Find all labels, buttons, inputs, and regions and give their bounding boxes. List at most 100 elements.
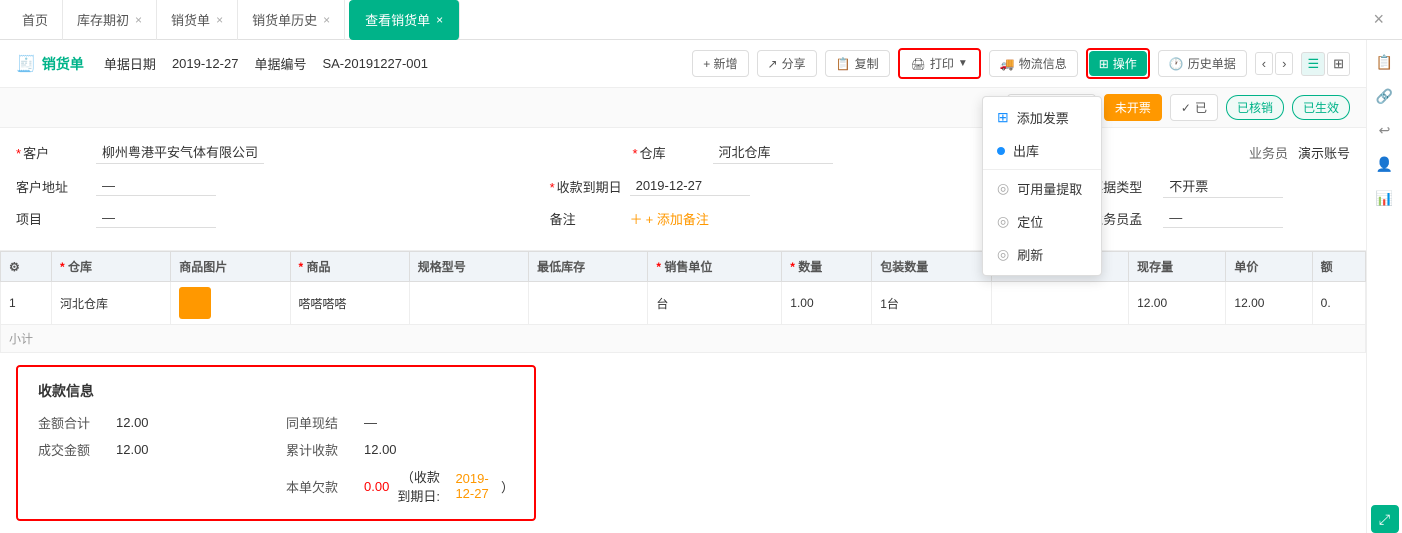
- address-field: 客户地址 —: [16, 176, 283, 196]
- same-order-value: —: [364, 415, 377, 430]
- col-image: 商品图片: [171, 252, 290, 282]
- form-row-3: 项目 — 备注 ＋ + 添加备注 业务员孟 —: [16, 208, 1350, 228]
- row-min-stock: [529, 282, 648, 325]
- project-field: 项目 —: [16, 208, 283, 228]
- share-button[interactable]: ↗ 分享: [757, 50, 817, 77]
- check-icon: ✓: [1181, 101, 1191, 115]
- tab-view-sales-label: 查看销货单: [365, 10, 430, 29]
- col-spec: 规格型号: [409, 252, 528, 282]
- total-value: 12.00: [116, 415, 149, 430]
- warehouse-label: 仓库: [633, 143, 713, 162]
- toolbar-row: 📱 来自手机 未开票 ✓ 已 已核销 已生效: [0, 88, 1366, 128]
- same-order-item: 同单现结 —: [286, 413, 514, 432]
- dropdown-locate[interactable]: ◎ 定位: [983, 205, 1101, 238]
- available-label: 可用量提取: [1017, 179, 1082, 198]
- sidebar-chart-icon[interactable]: 📊: [1371, 184, 1399, 212]
- dot-blue-icon: [997, 147, 1005, 155]
- sidebar-user-icon[interactable]: 👤: [1371, 150, 1399, 178]
- tab-sales[interactable]: 销货单 ×: [157, 0, 238, 40]
- col-min-stock: 最低库存: [529, 252, 648, 282]
- ticket-value[interactable]: 不开票: [1163, 174, 1283, 198]
- grid-view-icon[interactable]: ⊞: [1327, 52, 1350, 76]
- row-unit: 台: [648, 282, 782, 325]
- warehouse-value[interactable]: 河北仓库: [713, 140, 833, 164]
- operate-dropdown: ⊞ 添加发票 出库 ◎ 可用量提取 ◎ 定位 ◎ 刷新: [982, 96, 1102, 276]
- view-toggle: ☰ ⊞: [1301, 52, 1350, 76]
- address-value[interactable]: —: [96, 176, 216, 196]
- col-price: 单价: [1226, 252, 1312, 282]
- copy-icon: 📋: [836, 57, 851, 71]
- doc-actions: + 新增 ↗ 分享 📋 复制 🖨 打印 ▼ 🚚: [692, 48, 1350, 79]
- customer-value[interactable]: 柳州粤港平安气体有限公司: [96, 140, 264, 164]
- subtotal-label: 小计: [1, 325, 1366, 353]
- history-button[interactable]: 🕐 历史单据: [1158, 50, 1247, 77]
- tab-view-sales-close[interactable]: ×: [436, 13, 443, 27]
- check-button[interactable]: ✓ 已: [1170, 94, 1218, 121]
- payment-date-value[interactable]: 2019-12-27: [630, 176, 750, 196]
- dropdown-refresh[interactable]: ◎ 刷新: [983, 238, 1101, 271]
- add-note-label: + 添加备注: [646, 209, 709, 228]
- ticket-field: 票据类型 不开票: [1083, 174, 1350, 198]
- col-warehouse: * 仓库: [51, 252, 170, 282]
- sidebar-link-icon[interactable]: 🔗: [1371, 82, 1399, 110]
- note-label: 备注: [550, 209, 630, 228]
- next-arrow[interactable]: ›: [1275, 52, 1293, 75]
- sales-doc-icon: 🧾: [16, 54, 36, 74]
- staff-label: 业务员: [1249, 143, 1288, 162]
- dropdown-outbound[interactable]: 出库: [983, 134, 1101, 167]
- dropdown-add-invoice[interactable]: ⊞ 添加发票: [983, 101, 1101, 134]
- tab-inventory-close[interactable]: ×: [135, 13, 142, 27]
- sidebar-doc-icon[interactable]: 📋: [1371, 48, 1399, 76]
- logistics-button[interactable]: 🚚 物流信息: [989, 50, 1078, 77]
- window-close-button[interactable]: ×: [1363, 9, 1394, 30]
- transaction-label: 成交金额: [38, 440, 108, 459]
- project-label: 项目: [16, 209, 96, 228]
- copy-button[interactable]: 📋 复制: [825, 50, 890, 77]
- owed-suffix: （收款到期日:: [397, 467, 447, 505]
- gear-icon[interactable]: ⚙: [9, 260, 20, 274]
- logistics-label: 物流信息: [1019, 55, 1067, 72]
- print-button[interactable]: 🖨 打印 ▼: [901, 51, 978, 76]
- tab-sales-history-label: 销货单历史: [252, 10, 317, 29]
- tab-sales-close[interactable]: ×: [216, 13, 223, 27]
- cancelled-badge: 已核销: [1226, 95, 1284, 120]
- tab-view-sales[interactable]: 查看销货单 ×: [349, 0, 460, 40]
- history-label: 历史单据: [1188, 55, 1236, 72]
- owed-item: 本单欠款 0.00 （收款到期日: 2019-12-27 ）: [286, 467, 514, 505]
- dropdown-available[interactable]: ◎ 可用量提取: [983, 172, 1101, 205]
- salesperson-value[interactable]: —: [1163, 208, 1283, 228]
- tab-sales-history[interactable]: 销货单历史 ×: [238, 0, 345, 40]
- col-unit: * 销售单位: [648, 252, 782, 282]
- accumulated-item: 累计收款 12.00: [286, 440, 514, 459]
- outbound-label: 出库: [1013, 141, 1039, 160]
- form-row-1: 客户 柳州粤港平安气体有限公司 仓库 河北仓库 业务员 演示账号: [16, 140, 1350, 164]
- list-view-icon[interactable]: ☰: [1301, 52, 1325, 76]
- prev-arrow[interactable]: ‹: [1255, 52, 1273, 75]
- check-label: 已: [1195, 99, 1207, 116]
- add-note-button[interactable]: ＋ + 添加备注: [630, 209, 709, 228]
- product-image: [179, 287, 211, 319]
- tab-bar: 首页 库存期初 × 销货单 × 销货单历史 × 查看销货单 × ×: [0, 0, 1402, 40]
- salesperson-field: 业务员孟 —: [1083, 208, 1350, 228]
- tab-sales-label: 销货单: [171, 10, 210, 29]
- note-field: 备注 ＋ + 添加备注: [550, 209, 817, 228]
- owed-value: 0.00: [364, 479, 389, 494]
- history-icon: 🕐: [1169, 57, 1184, 71]
- doc-header: 🧾 销货单 单据日期 2019-12-27 单据编号 SA-20191227-0…: [0, 40, 1366, 88]
- row-warehouse: 河北仓库: [51, 282, 170, 325]
- total-label: 金额合计: [38, 413, 108, 432]
- circle-icon-2: ◎: [997, 213, 1009, 230]
- not-open-button[interactable]: 未开票: [1104, 94, 1162, 121]
- sidebar-return-icon[interactable]: ↩: [1371, 116, 1399, 144]
- tab-home[interactable]: 首页: [8, 0, 63, 40]
- project-value[interactable]: —: [96, 208, 216, 228]
- row-image: [171, 282, 290, 325]
- sidebar-expand-icon[interactable]: ⤢: [1371, 505, 1399, 533]
- dropdown-divider: [983, 169, 1101, 170]
- operate-button[interactable]: ⊞ 操作: [1089, 51, 1147, 76]
- tab-sales-history-close[interactable]: ×: [323, 13, 330, 27]
- sales-table: ⚙ * 仓库 商品图片 * 商品 规格型号 最低库存 * 销售单位 * 数量 包…: [0, 251, 1366, 353]
- copy-label: 复制: [855, 55, 879, 72]
- new-button[interactable]: + 新增: [692, 50, 748, 77]
- tab-inventory[interactable]: 库存期初 ×: [63, 0, 157, 40]
